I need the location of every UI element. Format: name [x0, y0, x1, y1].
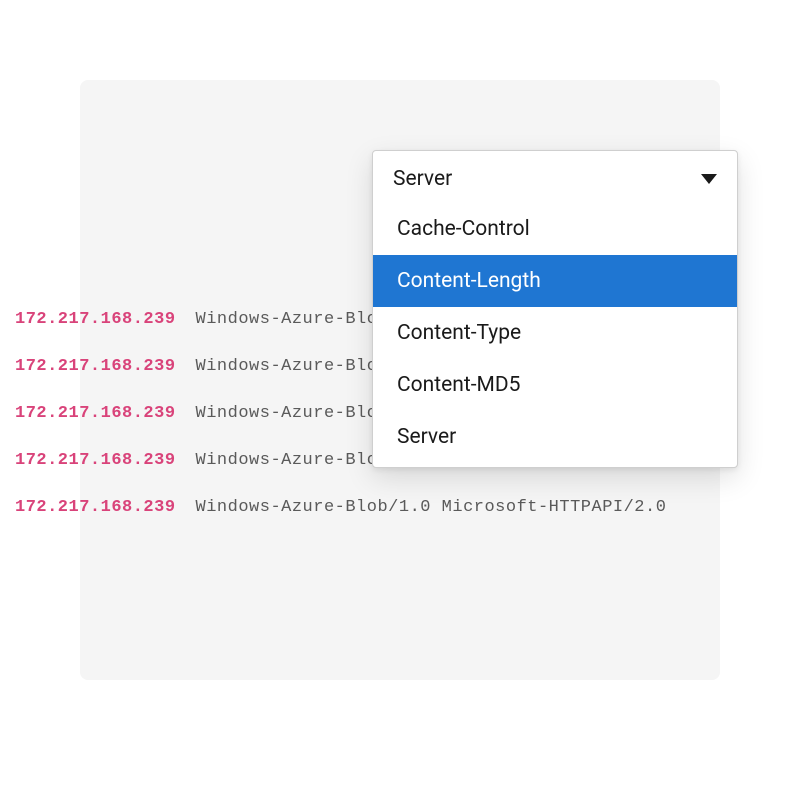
table-row: 172.217.168.239 Windows-Azure-Blob/1.0 M… [15, 498, 785, 517]
dropdown-selected-label: Server [393, 167, 452, 191]
ip-address: 172.217.168.239 [15, 404, 176, 423]
ip-address: 172.217.168.239 [15, 451, 176, 470]
dropdown-option-cache-control[interactable]: Cache-Control [373, 203, 737, 255]
server-header-value: Windows-Azure-Blob/1.0 Microsoft-HTTPAPI… [196, 498, 667, 517]
dropdown-option-server[interactable]: Server [373, 411, 737, 467]
header-field-dropdown[interactable]: Server Cache-Control Content-Length Cont… [372, 150, 738, 468]
ip-address: 172.217.168.239 [15, 498, 176, 517]
dropdown-option-content-md5[interactable]: Content-MD5 [373, 359, 737, 411]
ip-address: 172.217.168.239 [15, 310, 176, 329]
dropdown-option-content-length[interactable]: Content-Length [373, 255, 737, 307]
dropdown-option-content-type[interactable]: Content-Type [373, 307, 737, 359]
dropdown-selected[interactable]: Server [373, 151, 737, 203]
ip-address: 172.217.168.239 [15, 357, 176, 376]
chevron-down-icon [701, 174, 717, 184]
